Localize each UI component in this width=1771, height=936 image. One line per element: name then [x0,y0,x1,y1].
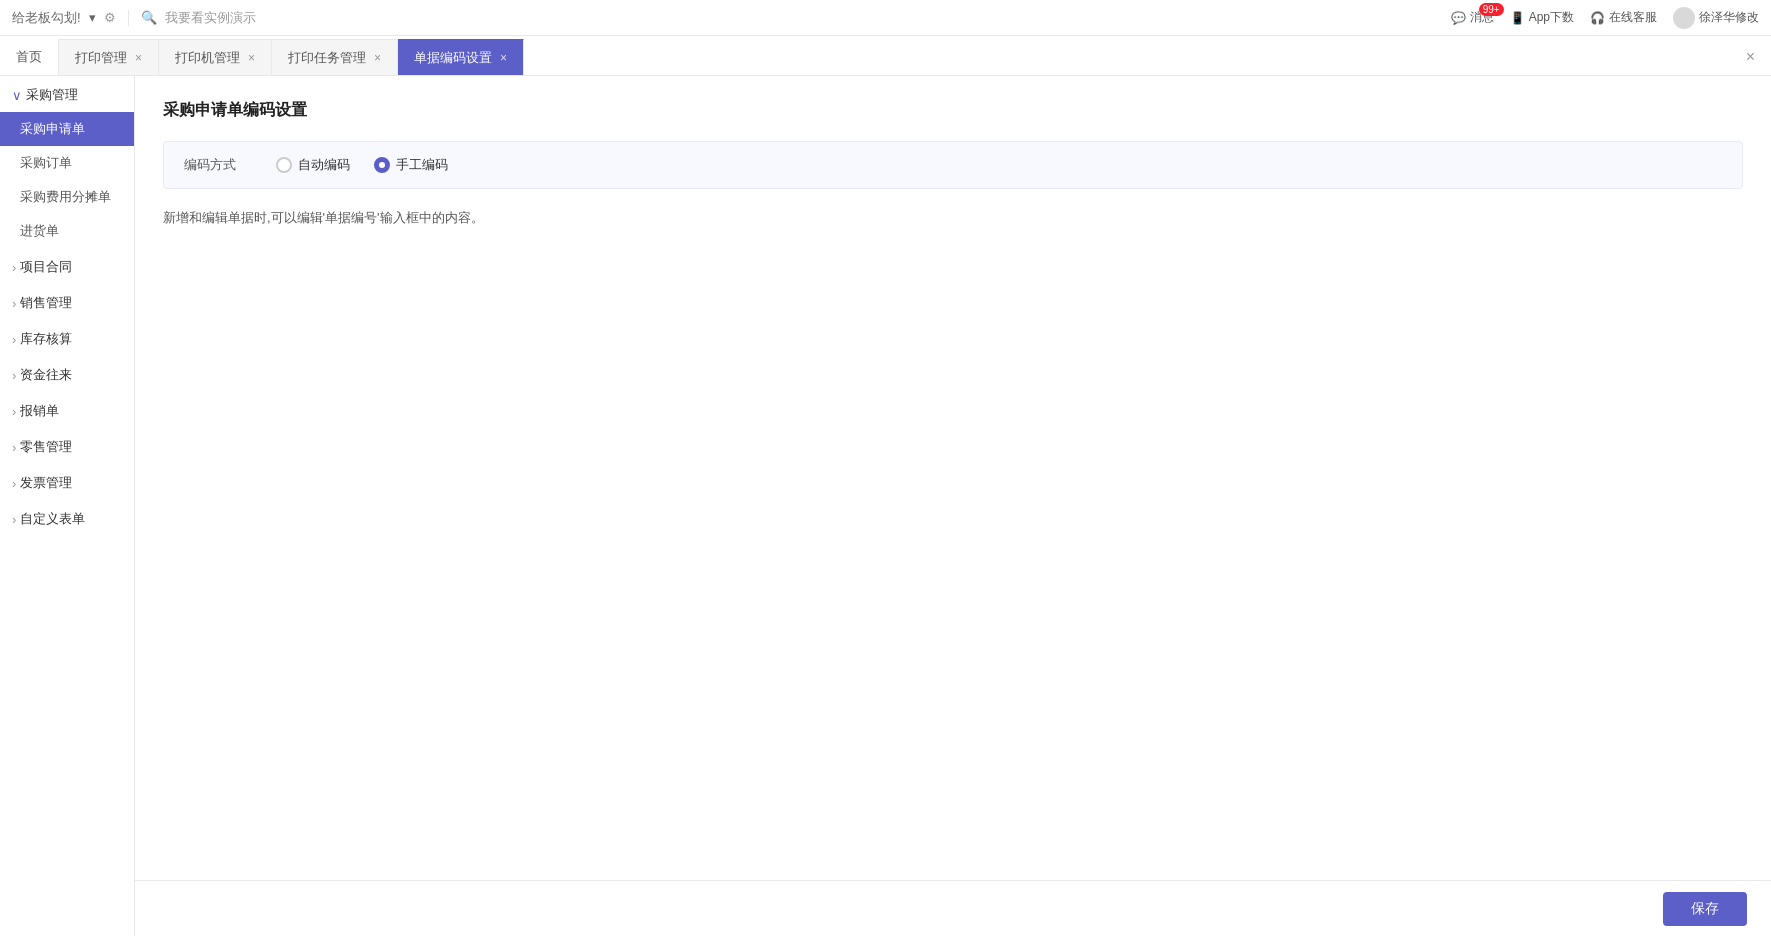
top-bar-left: 给老板勾划! ▾ ⚙ 🔍 我要看实例演示 [12,9,256,27]
tab-home[interactable]: 首页 [0,39,59,75]
sidebar-group-inventory-title[interactable]: › 库存核算 [0,320,134,356]
sidebar-group-custom-form-label: 自定义表单 [20,510,85,528]
app-download-label: App下数 [1529,9,1574,26]
app-download-button[interactable]: 📱 App下数 [1510,9,1574,26]
sidebar-group-invoice-label: 发票管理 [20,474,72,492]
tab-bill-code-close[interactable]: × [500,51,507,65]
sidebar-item-stock-in[interactable]: 进货单 [0,214,134,248]
sidebar-group-retail-arrow: › [12,440,16,455]
sidebar-item-purchase-order[interactable]: 采购订单 [0,146,134,180]
tab-bill-code[interactable]: 单据编码设置 × [398,39,524,75]
tab-home-label: 首页 [16,48,42,66]
sidebar-group-expense-arrow: › [12,404,16,419]
radio-group: 自动编码 手工编码 [276,156,448,174]
radio-auto[interactable]: 自动编码 [276,156,350,174]
sidebar-group-invoice: › 发票管理 [0,464,134,500]
online-service-button[interactable]: 🎧 在线客服 [1590,9,1657,26]
radio-auto-label: 自动编码 [298,156,350,174]
sidebar-group-expense-label: 报销单 [20,402,59,420]
sidebar-item-purchase-request[interactable]: 采购申请单 [0,112,134,146]
tab-print-manage[interactable]: 打印管理 × [59,39,159,75]
search-icon: 🔍 [141,10,157,25]
tab-printer-manage[interactable]: 打印机管理 × [159,39,272,75]
radio-manual[interactable]: 手工编码 [374,156,448,174]
logo-text: 给老板勾划! [12,9,81,27]
tab-print-manage-close[interactable]: × [135,51,142,65]
sidebar-group-retail-label: 零售管理 [20,438,72,456]
sidebar-group-inventory-arrow: › [12,332,16,347]
sidebar-group-finance-label: 资金往来 [20,366,72,384]
sidebar-item-purchase-request-label: 采购申请单 [20,121,85,136]
encoding-label: 编码方式 [184,156,236,174]
app-download-icon: 📱 [1510,11,1525,25]
tab-print-manage-label: 打印管理 [75,49,127,67]
sidebar-item-stock-in-label: 进货单 [20,223,59,238]
tab-printer-manage-close[interactable]: × [248,51,255,65]
sidebar-group-finance-title[interactable]: › 资金往来 [0,356,134,392]
sidebar-group-project-arrow: › [12,260,16,275]
tab-print-task-label: 打印任务管理 [288,49,366,67]
sidebar-item-purchase-expense[interactable]: 采购费用分摊单 [0,180,134,214]
divider [128,10,129,26]
sidebar-item-purchase-order-label: 采购订单 [20,155,72,170]
sidebar-group-invoice-title[interactable]: › 发票管理 [0,464,134,500]
content-area: 采购申请单编码设置 编码方式 自动编码 手工编码 [135,76,1771,936]
online-service-icon: 🎧 [1590,11,1605,25]
top-bar-right: 💬 消息 99+ 📱 App下数 🎧 在线客服 徐泽华修改 [1451,7,1759,29]
sidebar-group-custom-form-arrow: › [12,512,16,527]
tab-print-task-close[interactable]: × [374,51,381,65]
sidebar-group-sales-title[interactable]: › 销售管理 [0,284,134,320]
sidebar-group-project-title[interactable]: › 项目合同 [0,248,134,284]
sidebar-group-sales-arrow: › [12,296,16,311]
tab-print-task[interactable]: 打印任务管理 × [272,39,398,75]
user-avatar-icon [1673,7,1695,29]
sidebar-group-finance: › 资金往来 [0,356,134,392]
sidebar-group-purchase: ∨ 采购管理 采购申请单 采购订单 采购费用分摊单 进货单 [0,76,134,248]
tab-printer-manage-label: 打印机管理 [175,49,240,67]
message-button[interactable]: 💬 消息 99+ [1451,9,1494,26]
sidebar-group-finance-arrow: › [12,368,16,383]
radio-auto-circle [276,157,292,173]
sidebar-group-inventory-label: 库存核算 [20,330,72,348]
sidebar-group-inventory: › 库存核算 [0,320,134,356]
sidebar-group-project: › 项目合同 [0,248,134,284]
sidebar-group-retail-title[interactable]: › 零售管理 [0,428,134,464]
tab-bar: 首页 打印管理 × 打印机管理 × 打印任务管理 × 单据编码设置 × × [0,36,1771,76]
user-label: 徐泽华修改 [1699,9,1759,26]
sidebar-group-sales: › 销售管理 [0,284,134,320]
tab-bill-code-label: 单据编码设置 [414,49,492,67]
settings-icon[interactable]: ⚙ [104,10,116,25]
sidebar-group-purchase-label: 采购管理 [26,86,78,104]
radio-manual-label: 手工编码 [396,156,448,174]
main-content: 采购申请单编码设置 编码方式 自动编码 手工编码 [135,76,1771,936]
sidebar-group-expense-title[interactable]: › 报销单 [0,392,134,428]
search-text[interactable]: 我要看实例演示 [165,9,256,27]
sidebar-group-purchase-title[interactable]: ∨ 采购管理 [0,76,134,112]
encoding-section: 编码方式 自动编码 手工编码 [163,141,1743,189]
tab-bar-close-all[interactable]: × [1730,39,1771,75]
sidebar-group-custom-form-title[interactable]: › 自定义表单 [0,500,134,536]
sidebar: ∨ 采购管理 采购申请单 采购订单 采购费用分摊单 进货单 › 项目合同 [0,76,135,936]
sidebar-group-project-label: 项目合同 [20,258,72,276]
sidebar-group-purchase-arrow: ∨ [12,88,22,103]
layout: ∨ 采购管理 采购申请单 采购订单 采购费用分摊单 进货单 › 项目合同 [0,76,1771,936]
online-service-label: 在线客服 [1609,9,1657,26]
hint-text: 新增和编辑单据时,可以编辑'单据编号'输入框中的内容。 [163,209,1743,227]
dropdown-icon[interactable]: ▾ [89,10,96,25]
top-bar: 给老板勾划! ▾ ⚙ 🔍 我要看实例演示 💬 消息 99+ 📱 App下数 🎧 … [0,0,1771,36]
user-avatar[interactable]: 徐泽华修改 [1673,7,1759,29]
footer-bar: 保存 [135,880,1771,936]
radio-manual-circle [374,157,390,173]
save-button[interactable]: 保存 [1663,892,1747,926]
sidebar-group-sales-label: 销售管理 [20,294,72,312]
sidebar-group-expense: › 报销单 [0,392,134,428]
sidebar-item-purchase-expense-label: 采购费用分摊单 [20,189,111,204]
message-icon: 💬 [1451,11,1466,25]
sidebar-group-retail: › 零售管理 [0,428,134,464]
page-title: 采购申请单编码设置 [163,100,1743,121]
sidebar-group-custom-form: › 自定义表单 [0,500,134,536]
message-badge: 99+ [1479,3,1504,16]
sidebar-group-invoice-arrow: › [12,476,16,491]
